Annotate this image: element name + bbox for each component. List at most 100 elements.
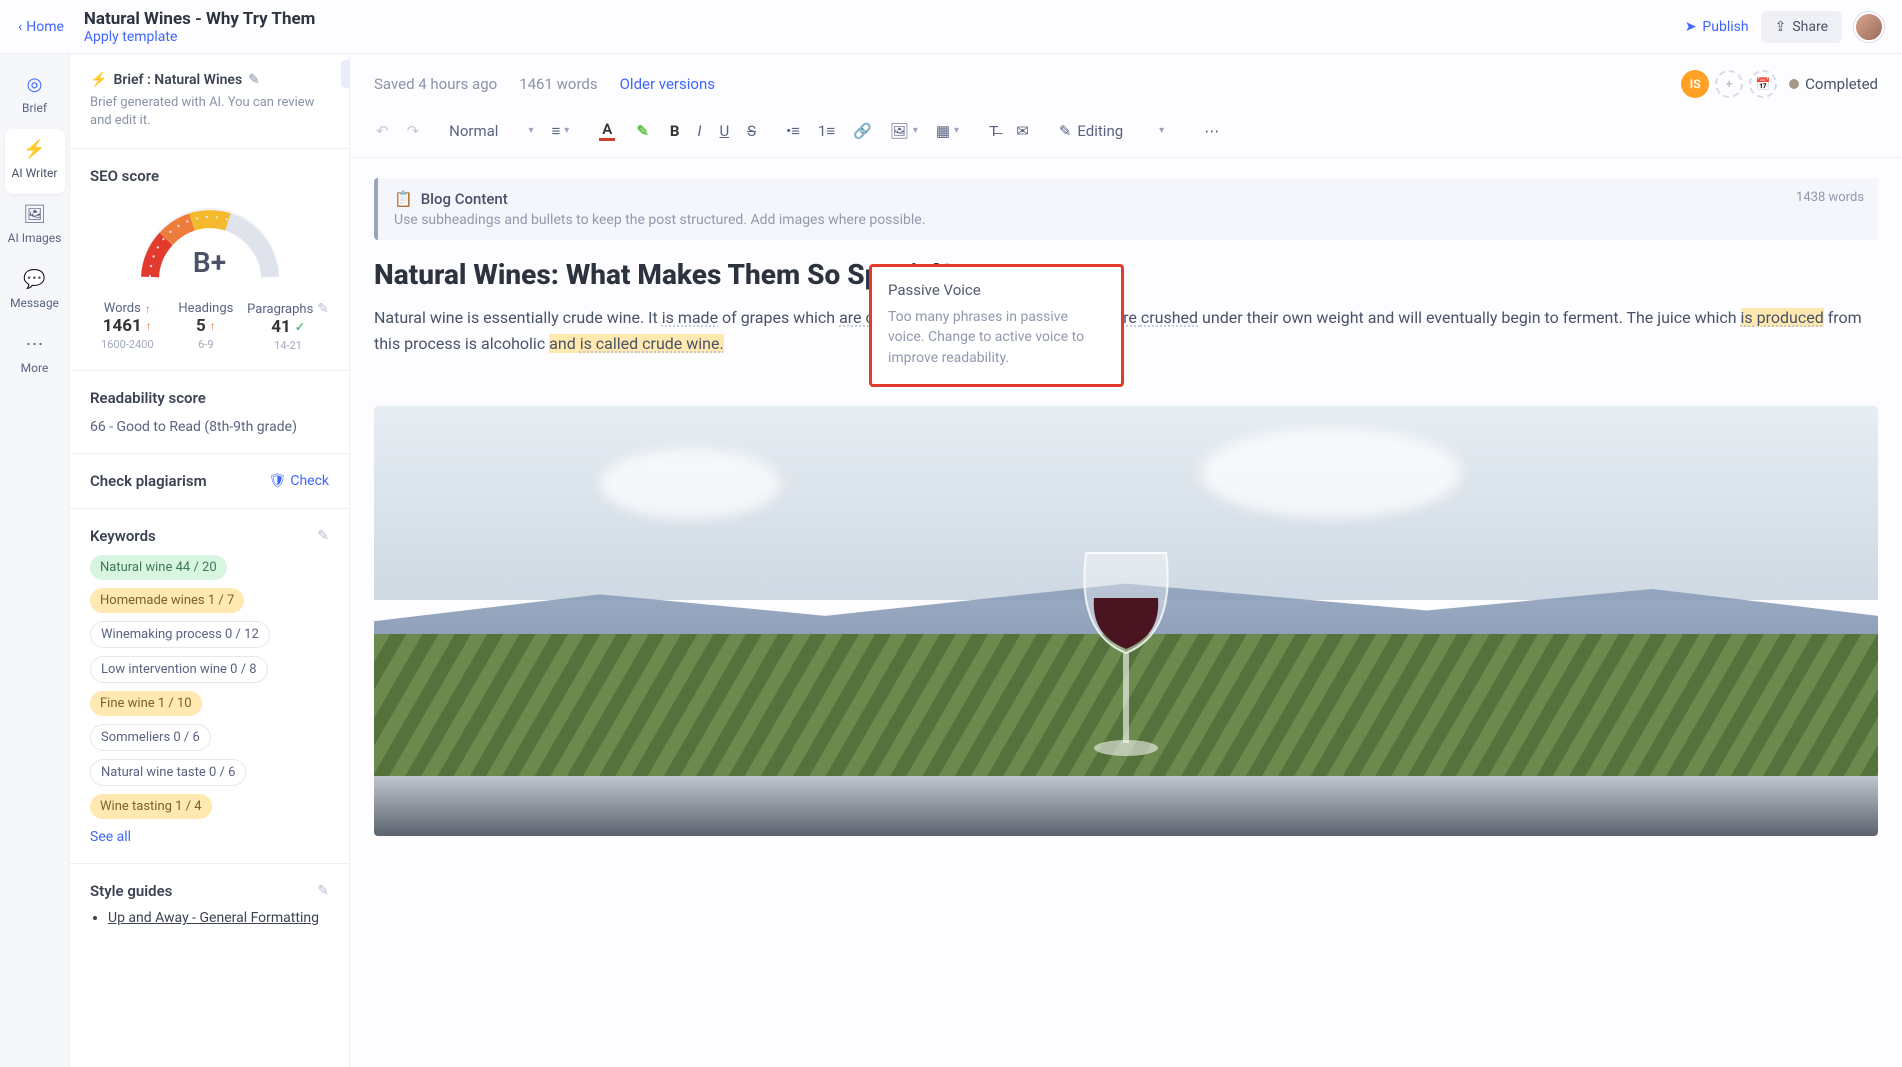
word-count: 1461 words (519, 75, 597, 93)
content-hint-label: Blog Content (421, 190, 508, 208)
seo-heading: SEO score (90, 167, 329, 185)
plagiarism-check-button[interactable]: 🛡 Check (269, 473, 329, 489)
keyword-pill[interactable]: Sommeliers 0 / 6 (90, 724, 211, 751)
insert-table-button[interactable]: ▦▾ (928, 116, 967, 146)
bolt-icon: ⚡ (23, 139, 45, 160)
target-icon: ◎ (27, 74, 43, 95)
keywords-heading: Keywords (90, 527, 156, 545)
article-text: of grapes which (718, 308, 839, 327)
share-button[interactable]: ⇪ Share (1761, 11, 1842, 43)
share-label: Share (1792, 19, 1828, 35)
left-rail: ◎ Brief ⚡ AI Writer 🖼 AI Images 💬 Messag… (0, 54, 70, 1067)
metric-words-label: Words (104, 301, 141, 316)
font-color-button[interactable]: A (591, 114, 623, 147)
edit-keywords-icon[interactable]: ✎ (317, 528, 329, 544)
comment-icon: ✉ (1016, 122, 1029, 140)
more-toolbar-button[interactable]: ⋯ (1196, 116, 1227, 146)
article-text: Natural wine is essentially crude wine. … (374, 308, 662, 327)
insert-image-button[interactable]: 🖼▾ (882, 116, 926, 146)
italic-button[interactable]: I (689, 116, 709, 146)
apply-template-link[interactable]: Apply template (84, 29, 315, 45)
send-icon: ➤ (1685, 19, 1697, 35)
editor-statusbar: Saved 4 hours ago 1461 words Older versi… (350, 54, 1902, 108)
keyword-pill[interactable]: Homemade wines 1 / 7 (90, 588, 244, 613)
add-collaborator-button[interactable]: + (1715, 70, 1743, 98)
keyword-pill[interactable]: Natural wine taste 0 / 6 (90, 759, 246, 786)
bullet-list-button[interactable]: •≡ (778, 116, 808, 146)
chevron-down-icon: ▾ (564, 125, 569, 136)
metric-headings: Headings 5↑ 6-9 (169, 301, 244, 352)
style-guide-item[interactable]: Up and Away - General Formatting (108, 910, 329, 926)
keyword-pill[interactable]: Low intervention wine 0 / 8 (90, 656, 268, 683)
article-paragraph[interactable]: Natural wine is essentially crude wine. … (374, 305, 1878, 356)
edit-brief-icon[interactable]: ✎ (248, 72, 260, 88)
metric-headings-val: 5 (196, 316, 206, 336)
passive-phrase[interactable]: is made (662, 308, 718, 327)
article-image[interactable] (374, 406, 1878, 836)
undo-icon: ↶ (376, 122, 389, 140)
editor-body[interactable]: 📋 Blog Content Use subheadings and bulle… (350, 158, 1902, 1067)
mode-select[interactable]: ✎ Editing ▾ (1051, 116, 1194, 146)
align-button[interactable]: ≡▾ (544, 116, 578, 146)
keywords-list: Natural wine 44 / 20 Homemade wines 1 / 7… (90, 555, 329, 819)
keywords-see-all[interactable]: See all (90, 829, 329, 845)
comment-button[interactable]: ✉ (1008, 116, 1037, 146)
user-avatar[interactable] (1854, 12, 1884, 42)
bold-icon: B (670, 122, 680, 140)
keyword-pill[interactable]: Winemaking process 0 / 12 (90, 621, 270, 648)
divider (70, 370, 349, 371)
numbered-list-button[interactable]: 1≡ (810, 116, 843, 146)
divider (70, 148, 349, 149)
metric-headings-label: Headings (178, 301, 233, 316)
redo-button[interactable]: ↷ (399, 116, 428, 146)
highlight-icon: ✎ (633, 122, 652, 140)
chevron-down-icon: ▾ (954, 125, 959, 136)
rail-more-label: More (21, 361, 49, 375)
passive-phrase-highlight[interactable]: is called crude wine. (580, 334, 724, 353)
rail-message[interactable]: 💬 Message (5, 259, 65, 324)
highlighted-text: and (549, 334, 580, 353)
italic-icon: I (697, 122, 701, 140)
redo-icon: ↷ (407, 122, 420, 140)
numbered-list-icon: 1≡ (818, 122, 835, 140)
older-versions-link[interactable]: Older versions (620, 75, 715, 93)
article-content[interactable]: Passive Voice Too many phrases in passiv… (374, 258, 1878, 836)
keyword-pill[interactable]: Fine wine 1 / 10 (90, 691, 202, 716)
seo-gauge: B+ (90, 197, 329, 287)
keyword-pill[interactable]: Natural wine 44 / 20 (90, 555, 227, 580)
edit-style-guides-icon[interactable]: ✎ (317, 883, 329, 899)
metric-paragraphs: Paragraphs✎ 41✓ 14-21 (247, 301, 329, 352)
bold-button[interactable]: B (662, 116, 688, 146)
metric-words-val: 1461 (103, 316, 142, 336)
strike-button[interactable]: S (739, 116, 764, 146)
metric-headings-range: 6-9 (169, 338, 244, 351)
collaborator-stack: IS + 📅 (1681, 70, 1777, 98)
passive-phrase-highlight[interactable]: is produced (1741, 308, 1824, 327)
home-link[interactable]: ‹ Home (18, 19, 64, 35)
check-icon: ✓ (295, 320, 305, 334)
rail-ai-writer[interactable]: ⚡ AI Writer (5, 129, 65, 194)
collaborator-avatar[interactable]: IS (1681, 70, 1709, 98)
paragraph-style-label: Normal (449, 122, 498, 140)
article-heading[interactable]: Natural Wines: What Makes Them So Specia… (374, 258, 1878, 291)
underline-icon: U (719, 122, 729, 140)
underline-button[interactable]: U (711, 116, 737, 146)
publish-label: Publish (1702, 19, 1748, 35)
undo-button[interactable]: ↶ (368, 116, 397, 146)
publish-button[interactable]: ➤ Publish (1685, 19, 1749, 35)
highlight-color-button[interactable]: ✎ (625, 116, 660, 146)
schedule-button[interactable]: 📅 (1749, 70, 1777, 98)
link-button[interactable]: 🔗 (845, 116, 880, 146)
clear-format-button[interactable]: T̶ (981, 116, 1006, 146)
popover-title: Passive Voice (888, 281, 1105, 299)
phase-status[interactable]: Completed (1789, 75, 1878, 93)
collapse-panel-button[interactable]: ‹ (341, 60, 350, 88)
passive-voice-popover[interactable]: Passive Voice Too many phrases in passiv… (869, 264, 1124, 387)
keyword-pill[interactable]: Wine tasting 1 / 4 (90, 794, 212, 819)
passive-phrase[interactable]: are crushed (1114, 308, 1198, 327)
rail-ai-images[interactable]: 🖼 AI Images (5, 194, 65, 259)
plagiarism-check-label: Check (290, 473, 329, 489)
rail-brief[interactable]: ◎ Brief (5, 64, 65, 129)
paragraph-style-select[interactable]: Normal ▾ (441, 118, 541, 144)
rail-more[interactable]: ⋯ More (5, 324, 65, 389)
